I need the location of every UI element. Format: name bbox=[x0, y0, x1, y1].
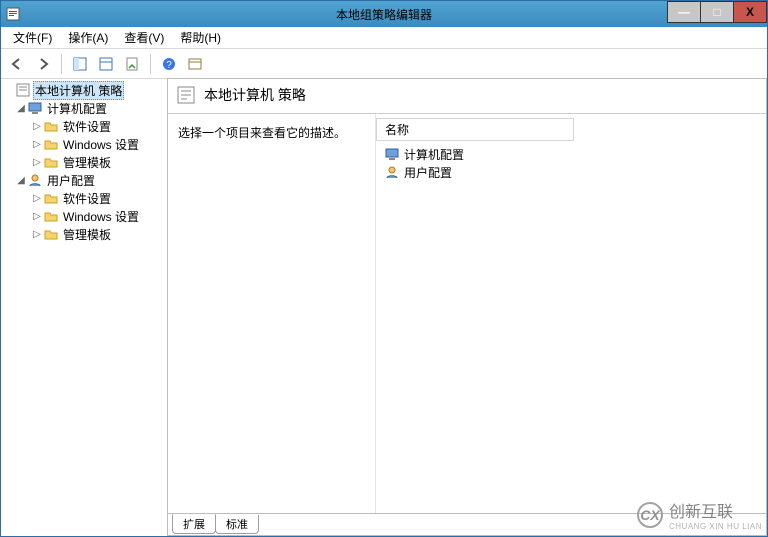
tree-root[interactable]: 本地计算机 策略 bbox=[1, 81, 167, 99]
menu-view[interactable]: 查看(V) bbox=[116, 27, 172, 48]
collapse-icon[interactable]: ◢ bbox=[15, 103, 27, 114]
computer-icon bbox=[27, 100, 43, 116]
folder-icon bbox=[43, 190, 59, 206]
description-column: 选择一个项目来查看它的描述。 bbox=[168, 114, 376, 513]
computer-icon bbox=[384, 146, 400, 162]
toolbar-separator bbox=[150, 54, 151, 74]
export-list-button[interactable] bbox=[120, 52, 144, 76]
tree-admin-templates[interactable]: ▷ 管理模板 bbox=[1, 225, 167, 243]
tab-extended[interactable]: 扩展 bbox=[172, 514, 216, 534]
back-button[interactable] bbox=[5, 52, 29, 76]
help-button[interactable]: ? bbox=[157, 52, 181, 76]
hint-text: 选择一个项目来查看它的描述。 bbox=[178, 124, 365, 141]
list-item-user-config[interactable]: 用户配置 bbox=[376, 163, 766, 181]
expand-icon[interactable]: ▷ bbox=[31, 157, 43, 168]
menu-action[interactable]: 操作(A) bbox=[60, 27, 116, 48]
list-item-label: 用户配置 bbox=[404, 164, 452, 181]
detail-body: 选择一个项目来查看它的描述。 名称 计算机配置 用户配置 bbox=[168, 114, 766, 513]
menu-file[interactable]: 文件(F) bbox=[5, 27, 60, 48]
detail-header: 本地计算机 策略 bbox=[168, 79, 766, 114]
show-hide-tree-button[interactable] bbox=[94, 52, 118, 76]
list-item-label: 计算机配置 bbox=[404, 146, 464, 163]
up-button[interactable] bbox=[68, 52, 92, 76]
column-header-name[interactable]: 名称 bbox=[376, 118, 574, 141]
expand-icon[interactable]: ▷ bbox=[31, 229, 43, 240]
expand-icon[interactable]: ▷ bbox=[31, 121, 43, 132]
user-icon bbox=[384, 164, 400, 180]
content-area: 本地计算机 策略 ◢ 计算机配置 ▷ 软件设置 ▷ Windows 设置 ▷ 管… bbox=[1, 79, 767, 536]
list-item-computer-config[interactable]: 计算机配置 bbox=[376, 145, 766, 163]
tab-standard[interactable]: 标准 bbox=[215, 515, 259, 534]
maximize-button[interactable]: □ bbox=[700, 1, 734, 23]
tree-label: 管理模板 bbox=[61, 154, 113, 171]
titlebar: 本地组策略编辑器 — □ X bbox=[1, 1, 767, 27]
minimize-button[interactable]: — bbox=[667, 1, 701, 23]
toolbar: ? bbox=[1, 49, 767, 79]
menubar: 文件(F) 操作(A) 查看(V) 帮助(H) bbox=[1, 27, 767, 49]
forward-button[interactable] bbox=[31, 52, 55, 76]
tree-software-settings[interactable]: ▷ 软件设置 bbox=[1, 117, 167, 135]
svg-text:?: ? bbox=[166, 60, 172, 71]
tree-windows-settings[interactable]: ▷ Windows 设置 bbox=[1, 135, 167, 153]
tree-label: 管理模板 bbox=[61, 226, 113, 243]
tree-label: Windows 设置 bbox=[61, 208, 141, 225]
expand-icon[interactable]: ▷ bbox=[31, 193, 43, 204]
tree-admin-templates[interactable]: ▷ 管理模板 bbox=[1, 153, 167, 171]
tree-label: 计算机配置 bbox=[45, 100, 109, 117]
folder-icon bbox=[43, 226, 59, 242]
folder-icon bbox=[43, 136, 59, 152]
app-icon bbox=[5, 6, 21, 22]
tree-software-settings[interactable]: ▷ 软件设置 bbox=[1, 189, 167, 207]
view-tabs: 扩展 标准 bbox=[168, 513, 766, 535]
tree-pane[interactable]: 本地计算机 策略 ◢ 计算机配置 ▷ 软件设置 ▷ Windows 设置 ▷ 管… bbox=[1, 79, 168, 536]
folder-icon bbox=[43, 118, 59, 134]
window-controls: — □ X bbox=[668, 1, 767, 23]
tree-label: 用户配置 bbox=[45, 172, 97, 189]
properties-button[interactable] bbox=[183, 52, 207, 76]
window-title: 本地组策略编辑器 bbox=[336, 6, 432, 23]
folder-icon bbox=[43, 208, 59, 224]
detail-pane: 本地计算机 策略 选择一个项目来查看它的描述。 名称 计算机配置 用户配置 bbox=[167, 78, 767, 536]
toolbar-separator bbox=[61, 54, 62, 74]
detail-title: 本地计算机 策略 bbox=[204, 85, 306, 105]
user-icon bbox=[27, 172, 43, 188]
tree-user-config[interactable]: ◢ 用户配置 bbox=[1, 171, 167, 189]
app-window: 本地组策略编辑器 — □ X 文件(F) 操作(A) 查看(V) 帮助(H) ? bbox=[0, 0, 768, 537]
close-button[interactable]: X bbox=[733, 1, 767, 23]
tree-label: 本地计算机 策略 bbox=[33, 81, 124, 100]
tree-windows-settings[interactable]: ▷ Windows 设置 bbox=[1, 207, 167, 225]
collapse-icon[interactable]: ◢ bbox=[15, 175, 27, 186]
tree-label: 软件设置 bbox=[61, 118, 113, 135]
folder-icon bbox=[43, 154, 59, 170]
menu-help[interactable]: 帮助(H) bbox=[172, 27, 229, 48]
tree-label: 软件设置 bbox=[61, 190, 113, 207]
policy-icon bbox=[176, 85, 196, 105]
tree-computer-config[interactable]: ◢ 计算机配置 bbox=[1, 99, 167, 117]
tree-label: Windows 设置 bbox=[61, 136, 141, 153]
policy-icon bbox=[15, 82, 31, 98]
list-column: 名称 计算机配置 用户配置 bbox=[376, 114, 766, 513]
expand-icon[interactable]: ▷ bbox=[31, 211, 43, 222]
expand-icon[interactable]: ▷ bbox=[31, 139, 43, 150]
